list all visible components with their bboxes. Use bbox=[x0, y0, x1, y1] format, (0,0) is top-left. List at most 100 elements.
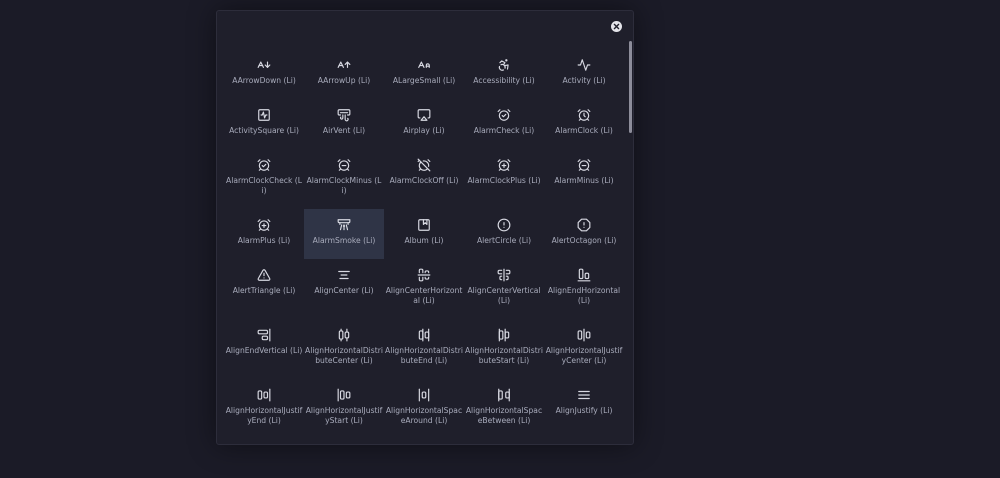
icon-tile[interactable]: AlignCenterHorizontal (Li) bbox=[384, 259, 464, 319]
icon-label: AArrowDown (Li) bbox=[232, 76, 296, 85]
icon-label: AirVent (Li) bbox=[322, 126, 366, 135]
icon-tile[interactable]: AlignCenterVertical (Li) bbox=[464, 259, 544, 319]
icon-tile[interactable]: AirVent (Li) bbox=[304, 99, 384, 149]
icon-tile[interactable]: AlarmClock (Li) bbox=[544, 99, 624, 149]
icon-label: Activity (Li) bbox=[562, 76, 606, 85]
icon-tile[interactable]: AlignHorizontalJustifyCenter (Li) bbox=[544, 319, 624, 379]
icon-tile[interactable]: AlignHorizontalDistributeEnd (Li) bbox=[384, 319, 464, 379]
activity-square-icon bbox=[257, 108, 271, 122]
alert-circle-icon bbox=[497, 218, 511, 232]
icon-tile[interactable]: AlertOctagon (Li) bbox=[544, 209, 624, 259]
icon-tile[interactable]: ALargeSmall (Li) bbox=[384, 49, 464, 99]
alarm-clock-check-icon bbox=[257, 158, 271, 172]
icon-tile[interactable]: AlignHorizontalSpaceBetween (Li) bbox=[464, 379, 544, 439]
align-justify-icon bbox=[577, 388, 591, 402]
icon-tile[interactable]: AlignHorizontalDistributeStart (Li) bbox=[464, 319, 544, 379]
a-arrow-up-icon bbox=[337, 58, 351, 72]
icon-tile[interactable]: AlignEndHorizontal (Li) bbox=[544, 259, 624, 319]
alarm-clock-plus-icon bbox=[497, 158, 511, 172]
icon-tile[interactable]: AlarmClockPlus (Li) bbox=[464, 149, 544, 209]
icon-tile[interactable]: Accessibility (Li) bbox=[464, 49, 544, 99]
air-vent-icon bbox=[337, 108, 351, 122]
icon-tile[interactable]: AlarmCheck (Li) bbox=[464, 99, 544, 149]
alarm-smoke-icon bbox=[337, 218, 351, 232]
align-center-horizontal-icon bbox=[417, 268, 431, 282]
icon-tile[interactable]: Activity (Li) bbox=[544, 49, 624, 99]
icon-label: AlignJustify (Li) bbox=[555, 406, 613, 415]
icon-label: ALargeSmall (Li) bbox=[392, 76, 456, 85]
icon-tile[interactable]: AlignEndVertical (Li) bbox=[224, 319, 304, 379]
align-horizontal-justify-start-icon bbox=[337, 388, 351, 402]
icon-tile[interactable]: AlignJustify (Li) bbox=[544, 379, 624, 439]
icon-tile[interactable]: AlarmClockMinus (Li) bbox=[304, 149, 384, 209]
icon-label: AlignHorizontalSpaceAround (Li) bbox=[385, 406, 463, 425]
icon-label: AlignHorizontalSpaceBetween (Li) bbox=[465, 406, 543, 425]
close-icon bbox=[613, 23, 620, 30]
icon-label: AlignHorizontalJustifyEnd (Li) bbox=[225, 406, 303, 425]
activity-icon bbox=[577, 58, 591, 72]
icon-tile[interactable]: AlignHorizontalJustifyEnd (Li) bbox=[224, 379, 304, 439]
icon-tile[interactable]: AArrowUp (Li) bbox=[304, 49, 384, 99]
icon-tile[interactable]: AlignHorizontalSpaceAround (Li) bbox=[384, 379, 464, 439]
icon-tile[interactable]: AlarmSmoke (Li) bbox=[304, 209, 384, 259]
icon-label: AlarmClockMinus (Li) bbox=[306, 176, 382, 195]
icon-tile[interactable]: AlignHorizontalJustifyStart (Li) bbox=[304, 379, 384, 439]
icon-label: AlarmCheck (Li) bbox=[473, 126, 535, 135]
icon-label: AlignEndVertical (Li) bbox=[225, 346, 303, 355]
align-end-horizontal-icon bbox=[577, 268, 591, 282]
a-large-small-icon bbox=[417, 58, 431, 72]
icon-label: AlignCenterVertical (Li) bbox=[467, 286, 541, 305]
icon-tile[interactable]: AlignCenter (Li) bbox=[304, 259, 384, 319]
icon-label: AlignHorizontalDistributeCenter (Li) bbox=[305, 346, 383, 365]
icon-tile[interactable]: AlignHorizontalDistributeCenter (Li) bbox=[304, 319, 384, 379]
a-arrow-down-icon bbox=[257, 58, 271, 72]
align-horizontal-distribute-end-icon bbox=[417, 328, 431, 342]
accessibility-icon bbox=[497, 58, 511, 72]
align-center-vertical-icon bbox=[497, 268, 511, 282]
icon-label: Accessibility (Li) bbox=[473, 76, 535, 85]
icon-label: AlarmClockOff (Li) bbox=[389, 176, 459, 185]
scrollbar-thumb[interactable] bbox=[629, 41, 632, 133]
icon-grid: AArrowDown (Li) AArrowUp (Li) ALargeSmall … bbox=[224, 49, 624, 439]
icon-label: AlertCircle (Li) bbox=[476, 236, 532, 245]
icon-label: AlertTriangle (Li) bbox=[232, 286, 296, 295]
icon-label: AlarmClockPlus (Li) bbox=[467, 176, 541, 185]
align-horizontal-space-between-icon bbox=[497, 388, 511, 402]
alarm-clock-off-icon bbox=[417, 158, 431, 172]
airplay-icon bbox=[417, 108, 431, 122]
alarm-check-icon bbox=[497, 108, 511, 122]
icon-tile[interactable]: AlertTriangle (Li) bbox=[224, 259, 304, 319]
icon-tile[interactable]: AArrowDown (Li) bbox=[224, 49, 304, 99]
icon-tile[interactable]: AlarmClockOff (Li) bbox=[384, 149, 464, 209]
alarm-minus-icon bbox=[577, 158, 591, 172]
icon-label: AlarmClockCheck (Li) bbox=[226, 176, 302, 195]
icon-label: Album (Li) bbox=[404, 236, 444, 245]
icon-label: AlertOctagon (Li) bbox=[551, 236, 617, 245]
icon-tile[interactable]: AlarmPlus (Li) bbox=[224, 209, 304, 259]
align-horizontal-distribute-start-icon bbox=[497, 328, 511, 342]
icon-label: ActivitySquare (Li) bbox=[229, 126, 299, 135]
icon-label: AlignHorizontalDistributeStart (Li) bbox=[465, 346, 543, 365]
icon-tile[interactable]: AlertCircle (Li) bbox=[464, 209, 544, 259]
icon-label: AlarmSmoke (Li) bbox=[312, 236, 376, 245]
icon-tile[interactable]: Airplay (Li) bbox=[384, 99, 464, 149]
icon-label: AlignHorizontalDistributeEnd (Li) bbox=[385, 346, 463, 365]
icon-tile[interactable]: ActivitySquare (Li) bbox=[224, 99, 304, 149]
align-horizontal-justify-center-icon bbox=[577, 328, 591, 342]
align-end-vertical-icon bbox=[257, 328, 271, 342]
icon-label: AlarmPlus (Li) bbox=[237, 236, 291, 245]
icon-tile[interactable]: AlarmClockCheck (Li) bbox=[224, 149, 304, 209]
icon-tile[interactable]: AlarmMinus (Li) bbox=[544, 149, 624, 209]
icon-label: AlarmClock (Li) bbox=[555, 126, 613, 135]
icon-label: AlarmMinus (Li) bbox=[554, 176, 614, 185]
icon-label: AlignHorizontalJustifyCenter (Li) bbox=[545, 346, 623, 365]
align-horizontal-distribute-center-icon bbox=[337, 328, 351, 342]
alarm-plus-icon bbox=[257, 218, 271, 232]
align-horizontal-justify-end-icon bbox=[257, 388, 271, 402]
close-button[interactable] bbox=[611, 21, 622, 32]
icon-label: Airplay (Li) bbox=[403, 126, 445, 135]
icon-tile[interactable]: Album (Li) bbox=[384, 209, 464, 259]
alert-triangle-icon bbox=[257, 268, 271, 282]
icon-label: AlignEndHorizontal (Li) bbox=[547, 286, 621, 305]
icon-label: AlignCenter (Li) bbox=[314, 286, 374, 295]
